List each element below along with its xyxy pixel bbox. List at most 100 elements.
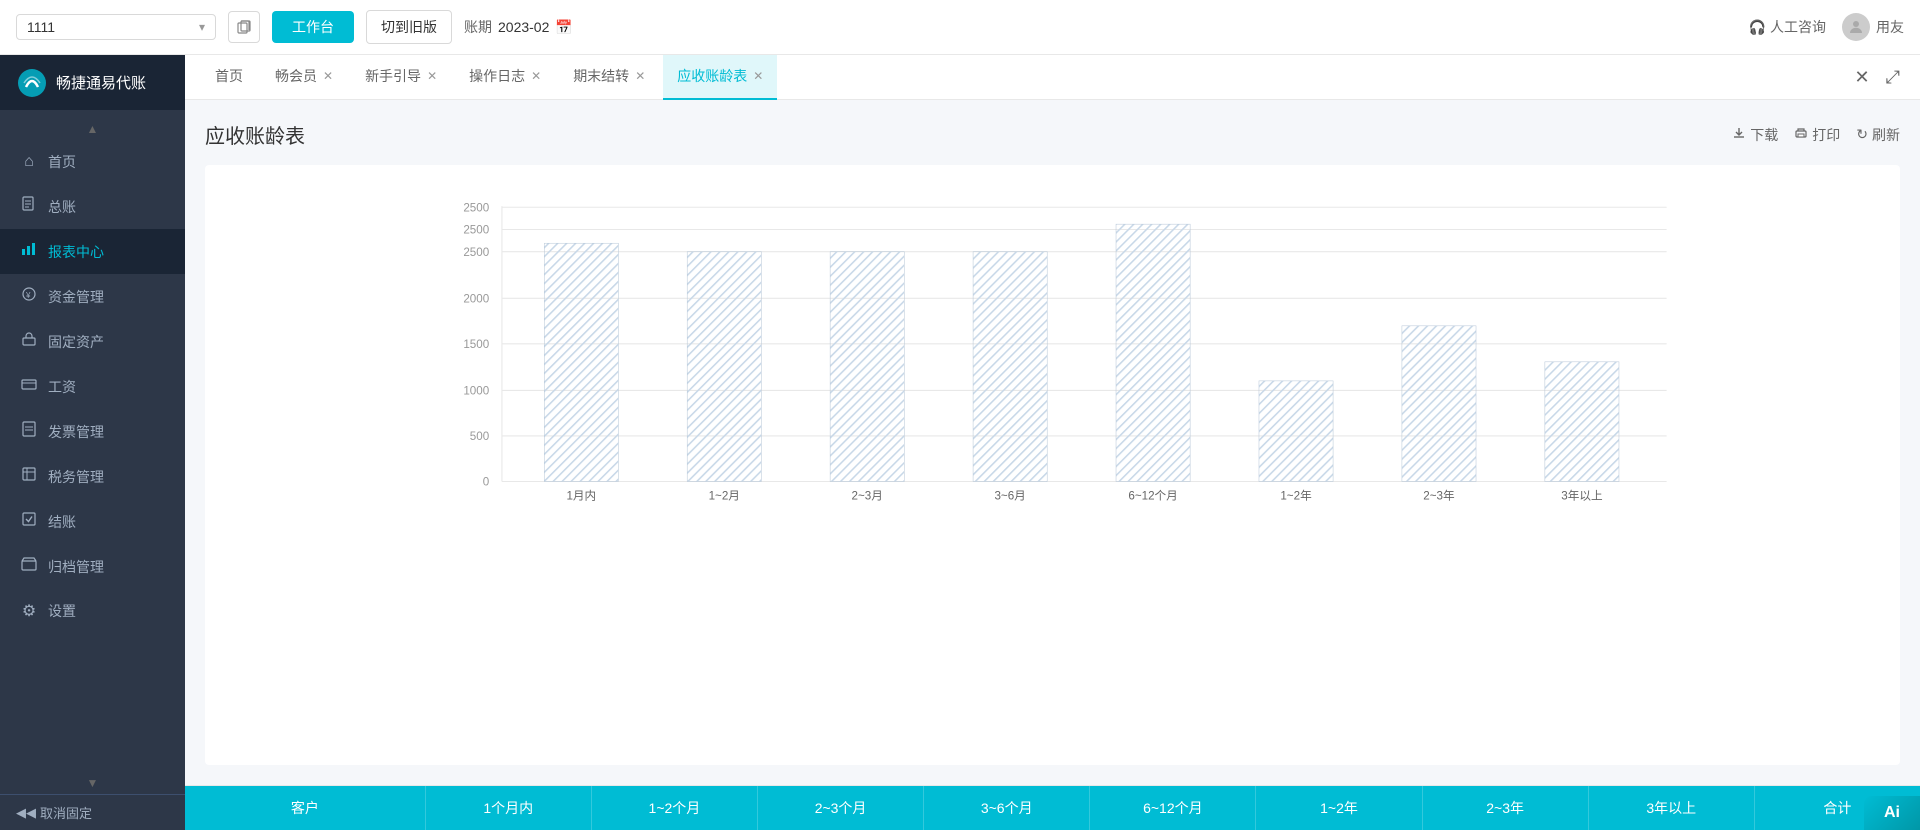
- page-title: 应收账龄表: [205, 120, 305, 149]
- tab-member-close[interactable]: ✕: [323, 69, 333, 83]
- th-customer: 客户: [185, 786, 426, 830]
- home-icon: ⌂: [20, 153, 38, 171]
- refresh-button[interactable]: ↻ 刷新: [1856, 125, 1900, 145]
- sidebar-label-settings: 设置: [48, 601, 76, 621]
- sidebar-item-checkout[interactable]: 结账: [0, 499, 185, 544]
- bar-chart: 0 500 1000 1500 2000 2500: [225, 185, 1880, 545]
- svg-text:2~3年: 2~3年: [1423, 488, 1455, 502]
- copy-button[interactable]: [228, 11, 260, 43]
- main-layout: 畅捷通易代账 ▲ ⌂ 首页 总账 报表中心 ¥: [0, 55, 1920, 830]
- sidebar-item-archive[interactable]: 归档管理: [0, 544, 185, 589]
- tab-aging[interactable]: 应收账龄表 ✕: [663, 55, 777, 100]
- sidebar-item-home[interactable]: ⌂ 首页: [0, 140, 185, 184]
- user-section[interactable]: 用友: [1842, 13, 1904, 41]
- tab-oplog[interactable]: 操作日志 ✕: [455, 55, 555, 100]
- tab-member[interactable]: 畅会员 ✕: [261, 55, 347, 100]
- page-actions: 下载 打印 ↻ 刷新: [1732, 125, 1900, 145]
- cancel-fixed-button[interactable]: ◀◀ 取消固定: [0, 794, 185, 830]
- switch-version-button[interactable]: 切到旧版: [366, 10, 452, 44]
- th-3year-above: 3年以上: [1589, 786, 1755, 830]
- svg-text:3年以上: 3年以上: [1561, 488, 1603, 502]
- calendar-icon[interactable]: 📅: [555, 19, 572, 36]
- archive-icon: [20, 556, 38, 577]
- pin-icon: ◀◀: [16, 805, 36, 821]
- svg-text:1月内: 1月内: [566, 488, 596, 502]
- svg-text:3~6月: 3~6月: [994, 489, 1025, 502]
- svg-text:1500: 1500: [463, 338, 489, 351]
- ai-badge[interactable]: Ai: [1864, 796, 1920, 830]
- svg-text:2500: 2500: [463, 224, 489, 237]
- th-1month: 1个月内: [426, 786, 592, 830]
- sidebar-label-salary: 工资: [48, 377, 76, 397]
- period-value: 2023-02: [498, 19, 549, 35]
- sidebar-label-funds: 资金管理: [48, 287, 104, 307]
- sidebar-item-salary[interactable]: 工资: [0, 364, 185, 409]
- company-name: 1111: [27, 19, 191, 35]
- tab-oplog-close[interactable]: ✕: [531, 69, 541, 83]
- tab-period-end-close[interactable]: ✕: [635, 69, 645, 83]
- svg-text:2500: 2500: [463, 246, 489, 259]
- headset-icon: 🎧: [1749, 19, 1766, 36]
- tabs-expand-button[interactable]: ⤢: [1882, 63, 1904, 92]
- th-1-2year: 1~2年: [1256, 786, 1422, 830]
- refresh-label: 刷新: [1872, 125, 1900, 145]
- print-icon: [1794, 126, 1808, 143]
- sidebar-label-reports: 报表中心: [48, 242, 104, 262]
- th-6-12month: 6~12个月: [1090, 786, 1256, 830]
- workbench-button[interactable]: 工作台: [272, 11, 354, 43]
- sidebar-nav: ▲ ⌂ 首页 总账 报表中心 ¥ 资金管理: [0, 110, 185, 772]
- print-label: 打印: [1812, 125, 1840, 145]
- header-right: 🎧 人工咨询 用友: [1749, 13, 1904, 41]
- sidebar-item-ledger[interactable]: 总账: [0, 184, 185, 229]
- page-header: 应收账龄表 下载 打印 ↻: [205, 120, 1900, 149]
- tabs-actions: ✕ ⤢: [1851, 63, 1905, 92]
- download-icon: [1732, 126, 1746, 143]
- sidebar-item-funds[interactable]: ¥ 资金管理: [0, 274, 185, 319]
- svg-text:2000: 2000: [463, 293, 489, 306]
- support-button[interactable]: 🎧 人工咨询: [1749, 17, 1826, 37]
- sidebar-label-home: 首页: [48, 152, 76, 172]
- sidebar-item-tax[interactable]: 税务管理: [0, 454, 185, 499]
- tabs-close-button[interactable]: ✕: [1851, 63, 1874, 92]
- scroll-up-indicator: ▲: [0, 118, 185, 140]
- logo-text: 畅捷通易代账: [56, 72, 146, 93]
- tab-guide-label: 新手引导: [365, 66, 421, 86]
- reports-icon: [20, 241, 38, 262]
- th-2-3month: 2~3个月: [758, 786, 924, 830]
- sidebar-item-settings[interactable]: ⚙ 设置: [0, 589, 185, 633]
- sidebar-logo: 畅捷通易代账: [0, 55, 185, 110]
- tab-period-end[interactable]: 期末结转 ✕: [559, 55, 659, 100]
- sidebar-label-assets: 固定资产: [48, 332, 104, 352]
- tab-home[interactable]: 首页: [201, 55, 257, 100]
- sidebar-item-invoice[interactable]: 发票管理: [0, 409, 185, 454]
- top-header: 1111 ▾ 工作台 切到旧版 账期 2023-02 📅 🎧 人工咨询 用友: [0, 0, 1920, 55]
- svg-text:500: 500: [470, 430, 490, 443]
- sidebar-label-archive: 归档管理: [48, 557, 104, 577]
- download-button[interactable]: 下载: [1732, 125, 1778, 145]
- svg-text:¥: ¥: [25, 291, 31, 300]
- tab-aging-close[interactable]: ✕: [753, 69, 763, 83]
- th-2-3year: 2~3年: [1423, 786, 1589, 830]
- tab-guide-close[interactable]: ✕: [427, 69, 437, 83]
- svg-text:1000: 1000: [463, 385, 489, 398]
- sidebar-item-reports[interactable]: 报表中心: [0, 229, 185, 274]
- refresh-icon: ↻: [1856, 126, 1868, 143]
- tab-aging-label: 应收账龄表: [677, 66, 747, 86]
- company-selector[interactable]: 1111 ▾: [16, 14, 216, 40]
- sidebar-label-ledger: 总账: [48, 197, 76, 217]
- download-label: 下载: [1750, 125, 1778, 145]
- sidebar: 畅捷通易代账 ▲ ⌂ 首页 总账 报表中心 ¥: [0, 55, 185, 830]
- salary-icon: [20, 376, 38, 397]
- th-3-6month: 3~6个月: [924, 786, 1090, 830]
- sidebar-label-checkout: 结账: [48, 512, 76, 532]
- print-button[interactable]: 打印: [1794, 125, 1840, 145]
- chart-container: 0 500 1000 1500 2000 2500: [205, 165, 1900, 765]
- avatar: [1842, 13, 1870, 41]
- svg-text:1~2年: 1~2年: [1280, 488, 1312, 502]
- cancel-fixed-label: 取消固定: [40, 803, 92, 822]
- tab-guide[interactable]: 新手引导 ✕: [351, 55, 451, 100]
- support-label: 人工咨询: [1770, 17, 1826, 37]
- user-name: 用友: [1876, 17, 1904, 37]
- svg-text:2~3月: 2~3月: [852, 489, 883, 502]
- sidebar-item-assets[interactable]: 固定资产: [0, 319, 185, 364]
